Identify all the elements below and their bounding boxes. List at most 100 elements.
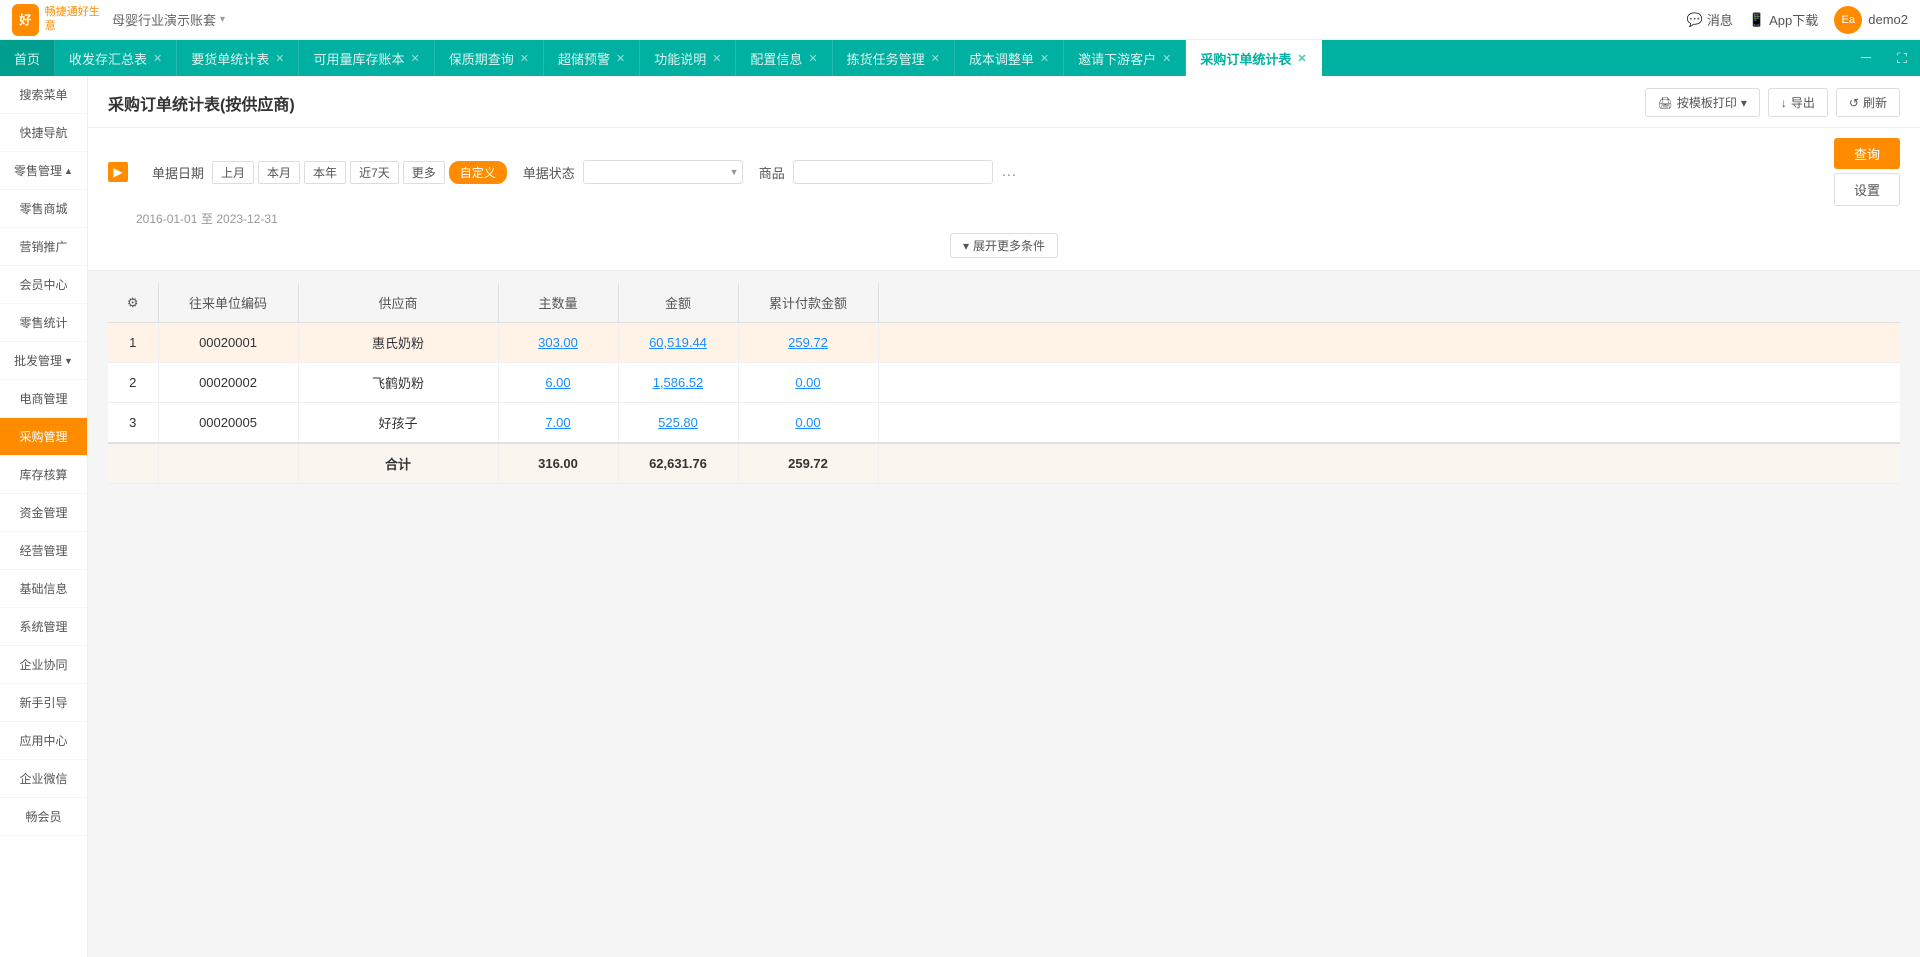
close-icon[interactable]: ✕	[411, 52, 420, 65]
tab-purchase-summary[interactable]: 采购订单统计表 ✕	[1186, 40, 1321, 76]
sidebar-item-search-menu[interactable]: 搜索菜单	[0, 76, 87, 114]
close-icon[interactable]: ✕	[616, 52, 625, 65]
more-date-button[interactable]: 更多	[403, 161, 445, 184]
tab-receive-summary[interactable]: 收发存汇总表 ✕	[55, 40, 177, 76]
tab-shelf-life[interactable]: 保质期查询 ✕	[435, 40, 544, 76]
last-month-button[interactable]: 上月	[212, 161, 254, 184]
qty-link[interactable]: 7.00	[545, 415, 570, 430]
logo-text: 畅捷通好生意	[45, 6, 100, 32]
amount-link[interactable]: 1,586.52	[653, 375, 704, 390]
amount-link[interactable]: 60,519.44	[649, 335, 707, 350]
filter-toggle-button[interactable]: ▶	[108, 162, 128, 182]
sidebar-item-marketing[interactable]: 营销推广	[0, 228, 87, 266]
last-7-days-button[interactable]: 近7天	[350, 161, 399, 184]
expand-more-button[interactable]: ▾ 展开更多条件	[950, 233, 1058, 258]
cell-code: 00020002	[158, 363, 298, 403]
cell-qty: 6.00	[498, 363, 618, 403]
status-select[interactable]	[583, 160, 743, 184]
message-button[interactable]: 💬 消息	[1687, 10, 1733, 29]
paid-link[interactable]: 0.00	[795, 375, 820, 390]
top-right: 💬 消息 📱 App下载 Ea demo2	[1687, 6, 1908, 34]
close-icon[interactable]: ✕	[1162, 52, 1171, 65]
close-icon[interactable]: ✕	[712, 52, 721, 65]
tab-home[interactable]: 首页	[0, 40, 55, 76]
top-bar: 好 畅捷通好生意 母婴行业演示账套 ▾ 💬 消息 📱 App下载 Ea demo…	[0, 0, 1920, 40]
sidebar-item-retail-mgmt[interactable]: 零售管理 ▲	[0, 152, 87, 190]
sidebar-item-enterprise-collab[interactable]: 企业协同	[0, 646, 87, 684]
sidebar-item-retail-stats[interactable]: 零售统计	[0, 304, 87, 342]
tab-config-info[interactable]: 配置信息 ✕	[736, 40, 832, 76]
col-settings-icon[interactable]: ⚙	[108, 283, 158, 323]
tab-pick-task[interactable]: 拣货任务管理 ✕	[833, 40, 955, 76]
sidebar-item-new-guide[interactable]: 新手引导	[0, 684, 87, 722]
sidebar-item-basic-info[interactable]: 基础信息	[0, 570, 87, 608]
message-label: 消息	[1707, 10, 1733, 29]
tab-cost-adjust[interactable]: 成本调整单 ✕	[955, 40, 1064, 76]
sidebar-item-enterprise-wechat[interactable]: 企业微信	[0, 760, 87, 798]
user-name: demo2	[1868, 12, 1908, 27]
query-button[interactable]: 查询	[1834, 138, 1900, 169]
nav-minimize-icon[interactable]: －	[1848, 40, 1884, 76]
settings-button[interactable]: 设置	[1834, 173, 1900, 206]
sidebar-item-purchase-mgmt[interactable]: 采购管理	[0, 418, 87, 456]
sidebar-item-wholesale-mgmt[interactable]: 批发管理 ▼	[0, 342, 87, 380]
workspace-dropdown[interactable]: 母婴行业演示账套 ▾	[100, 10, 1687, 29]
sidebar-item-app-center[interactable]: 应用中心	[0, 722, 87, 760]
goods-input[interactable]	[793, 160, 993, 184]
sidebar-item-inventory-check[interactable]: 库存核算	[0, 456, 87, 494]
close-icon[interactable]: ✕	[153, 52, 162, 65]
expand-label: 展开更多条件	[973, 237, 1045, 254]
amount-link[interactable]: 525.80	[658, 415, 698, 430]
goods-filter: 商品 …	[759, 160, 1017, 184]
nav-maximize-icon[interactable]: ⛶	[1884, 40, 1920, 76]
table-row[interactable]: 2 00020002 飞鹤奶粉 6.00 1,586.52 0.00	[108, 363, 1900, 403]
print-icon: 🖨	[1658, 96, 1673, 110]
this-month-button[interactable]: 本月	[258, 161, 300, 184]
cell-idx: 2	[108, 363, 158, 403]
export-button[interactable]: ↓ 导出	[1768, 88, 1828, 117]
app-download-button[interactable]: 📱 App下载	[1749, 10, 1818, 29]
close-icon[interactable]: ✕	[931, 52, 940, 65]
app-icon: 📱	[1749, 12, 1765, 28]
close-icon[interactable]: ✕	[520, 52, 529, 65]
footer-qty: 316.00	[498, 443, 618, 484]
footer-paid: 259.72	[738, 443, 878, 484]
print-button[interactable]: 🖨 按模板打印 ▾	[1645, 88, 1760, 117]
sidebar-item-retail-store[interactable]: 零售商城	[0, 190, 87, 228]
qty-link[interactable]: 303.00	[538, 335, 578, 350]
tab-available-stock[interactable]: 可用量库存账本 ✕	[299, 40, 434, 76]
close-icon[interactable]: ✕	[1297, 52, 1306, 65]
close-icon[interactable]: ✕	[808, 52, 817, 65]
tab-overstock-warning[interactable]: 超储预警 ✕	[544, 40, 640, 76]
close-icon[interactable]: ✕	[1040, 52, 1049, 65]
col-header-code: 往来单位编码	[158, 283, 298, 323]
goods-more-icon[interactable]: …	[1001, 163, 1017, 181]
sidebar-item-system-mgmt[interactable]: 系统管理	[0, 608, 87, 646]
this-year-button[interactable]: 本年	[304, 161, 346, 184]
tab-invite-downstream[interactable]: 邀请下游客户 ✕	[1064, 40, 1186, 76]
tab-goods-summary[interactable]: 要货单统计表 ✕	[177, 40, 299, 76]
close-icon[interactable]: ✕	[275, 52, 284, 65]
tab-function-desc[interactable]: 功能说明 ✕	[640, 40, 736, 76]
col-header-empty	[878, 283, 1900, 323]
table-row[interactable]: 3 00020005 好孩子 7.00 525.80 0.00	[108, 403, 1900, 444]
refresh-button[interactable]: ↺ 刷新	[1836, 88, 1900, 117]
paid-link[interactable]: 259.72	[788, 335, 828, 350]
status-select-wrap	[583, 160, 743, 184]
cell-qty: 7.00	[498, 403, 618, 444]
nav-tabs: 首页 收发存汇总表 ✕ 要货单统计表 ✕ 可用量库存账本 ✕ 保质期查询 ✕ 超…	[0, 40, 1920, 76]
custom-date-button[interactable]: 自定义	[449, 161, 507, 184]
sidebar-item-capital-mgmt[interactable]: 资金管理	[0, 494, 87, 532]
sidebar-item-quick-nav[interactable]: 快捷导航	[0, 114, 87, 152]
cell-supplier: 惠氏奶粉	[298, 323, 498, 363]
table-row[interactable]: 1 00020001 惠氏奶粉 303.00 60,519.44 259.72	[108, 323, 1900, 363]
header-actions: 🖨 按模板打印 ▾ ↓ 导出 ↺ 刷新	[1645, 88, 1900, 117]
sidebar-item-ops-mgmt[interactable]: 经营管理	[0, 532, 87, 570]
paid-link[interactable]: 0.00	[795, 415, 820, 430]
sidebar-item-member-center[interactable]: 会员中心	[0, 266, 87, 304]
qty-link[interactable]: 6.00	[545, 375, 570, 390]
date-label: 单据日期	[152, 163, 204, 182]
sidebar-item-ecommerce-mgmt[interactable]: 电商管理	[0, 380, 87, 418]
user-profile[interactable]: Ea demo2	[1834, 6, 1908, 34]
sidebar-item-vip-member[interactable]: 畅会员	[0, 798, 87, 836]
